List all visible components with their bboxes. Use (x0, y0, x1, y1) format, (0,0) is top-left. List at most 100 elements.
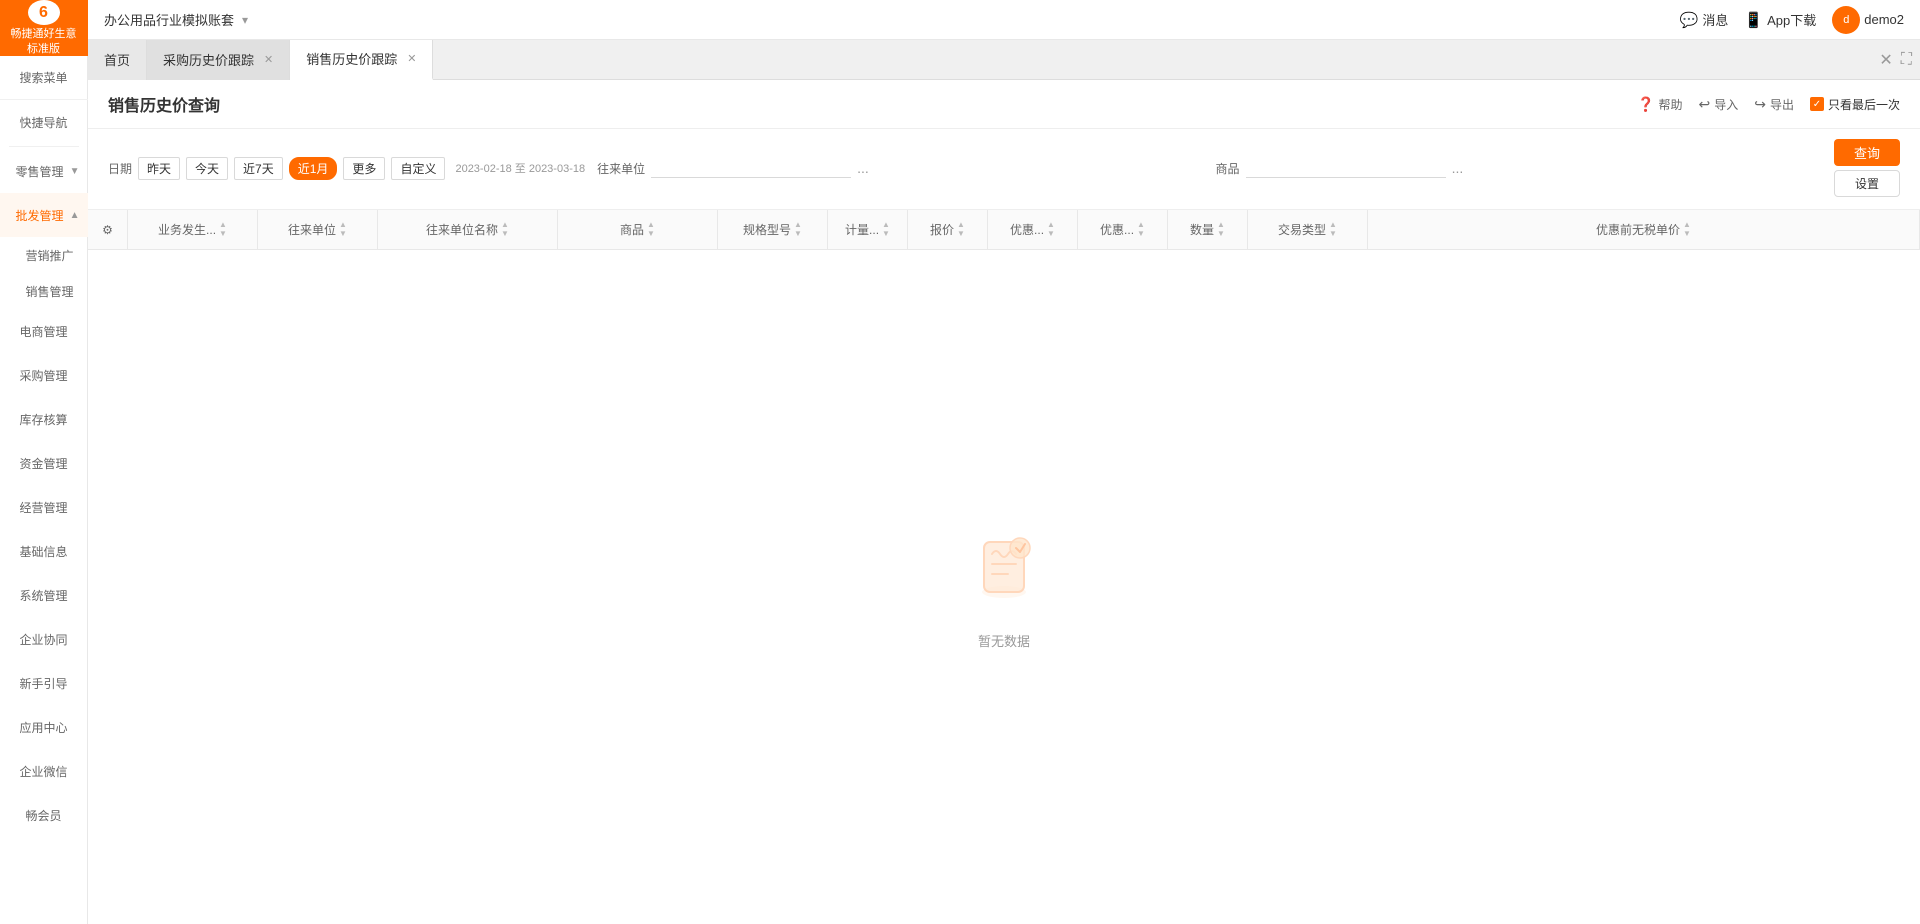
search-button[interactable]: 查询 (1834, 139, 1900, 166)
sidebar-item-inventory[interactable]: 库存核算 (0, 397, 88, 441)
sort-icons-unit: ▲▼ (882, 221, 890, 238)
sidebar-item-finance[interactable]: 资金管理 (0, 441, 88, 485)
wholesale-submenu: 营销推广 销售管理 (0, 237, 88, 309)
app-download-button[interactable]: 📱 App下载 (1744, 10, 1816, 29)
sidebar-item-marketing[interactable]: 营销推广 (0, 237, 88, 273)
sidebar-item-search[interactable]: 搜索菜单 (0, 56, 88, 100)
date-today-btn[interactable]: 今天 (186, 157, 228, 180)
th-discount1[interactable]: 优惠... ▲▼ (988, 210, 1078, 249)
filter-row: 日期 昨天 今天 近7天 近1月 更多 自定义 2023-02-18 至 202… (108, 139, 1900, 197)
maximize-button[interactable]: ⛶ (1901, 51, 1912, 69)
date-filter-label: 日期 (108, 160, 132, 177)
export-button[interactable]: ↪ 导出 (1754, 96, 1794, 113)
th-product[interactable]: 商品 ▲▼ (558, 210, 718, 249)
export-icon: ↪ (1754, 96, 1766, 113)
date-custom-btn[interactable]: 自定义 (391, 157, 445, 180)
user-profile-button[interactable]: d demo2 (1832, 6, 1904, 34)
sidebar-item-operations[interactable]: 经营管理 (0, 485, 88, 529)
help-button[interactable]: ❓ 帮助 (1637, 96, 1682, 113)
sidebar-item-apps[interactable]: 应用中心 (0, 705, 88, 749)
app-logo: 6 畅捷通好生意 标准版 (0, 0, 88, 56)
th-discount2[interactable]: 优惠... ▲▼ (1078, 210, 1168, 249)
sidebar-item-system[interactable]: 系统管理 (0, 573, 88, 617)
topbar-dropdown-icon[interactable]: ▾ (242, 13, 248, 27)
empty-icon (964, 524, 1044, 619)
avatar: d (1832, 6, 1860, 34)
app-name: 畅捷通好生意 (11, 27, 77, 41)
sort-icons-unit-code: ▲▼ (339, 221, 347, 238)
app-download-label: App下载 (1767, 10, 1816, 29)
only-last-label: 只看最后一次 (1828, 96, 1900, 113)
topbar-left: 办公用品行业模拟账套 ▾ (104, 10, 248, 29)
sort-icons-qty: ▲▼ (1217, 221, 1225, 238)
th-price[interactable]: 报价 ▲▼ (908, 210, 988, 249)
main-area: 办公用品行业模拟账套 ▾ 💬 消息 📱 App下载 d demo2 首页 (88, 0, 1920, 924)
th-spec[interactable]: 规格型号 ▲▼ (718, 210, 828, 249)
tabbar-actions: ✕ ⛶ (1879, 50, 1920, 70)
close-window-button[interactable]: ✕ (1879, 50, 1892, 70)
product-input[interactable] (1246, 159, 1446, 178)
help-label: 帮助 (1658, 96, 1682, 113)
th-unit[interactable]: 计量... ▲▼ (828, 210, 908, 249)
product-filter-group: 商品 ... (1216, 159, 1822, 178)
message-button[interactable]: 💬 消息 (1680, 10, 1729, 29)
page-header: 销售历史价查询 ❓ 帮助 ↩ 导入 ↪ 导出 只看最后一次 (88, 80, 1920, 129)
filter-action-buttons: 查询 设置 (1834, 139, 1900, 197)
th-qty[interactable]: 数量 ▲▼ (1168, 210, 1248, 249)
th-type[interactable]: 交易类型 ▲▼ (1248, 210, 1368, 249)
tab-purchase-close[interactable]: ✕ (264, 53, 273, 66)
sort-icons-spec: ▲▼ (794, 221, 802, 238)
th-unit-code[interactable]: 往来单位 ▲▼ (258, 210, 378, 249)
th-date[interactable]: 业务发生... ▲▼ (128, 210, 258, 249)
topbar: 办公用品行业模拟账套 ▾ 💬 消息 📱 App下载 d demo2 (88, 0, 1920, 40)
from-unit-dots-button[interactable]: ... (857, 160, 869, 176)
tab-purchase[interactable]: 采购历史价跟踪 ✕ (147, 40, 290, 80)
th-gear[interactable]: ⚙ (88, 210, 128, 249)
only-last-checkbox[interactable] (1810, 97, 1824, 111)
date-1month-btn[interactable]: 近1月 (289, 157, 338, 180)
sidebar-item-wholesale[interactable]: 批发管理 ▲ (0, 193, 88, 237)
empty-text: 暂无数据 (978, 631, 1030, 650)
message-label: 消息 (1702, 10, 1728, 29)
tab-home[interactable]: 首页 (88, 40, 147, 80)
sidebar-item-wechat[interactable]: 企业微信 (0, 749, 88, 793)
export-label: 导出 (1770, 96, 1794, 113)
sidebar-item-basic[interactable]: 基础信息 (0, 529, 88, 573)
tab-sales-close[interactable]: ✕ (407, 52, 416, 65)
th-no-tax[interactable]: 优惠前无税单价 ▲▼ (1368, 210, 1920, 249)
sidebar-item-quicknav[interactable]: 快捷导航 (0, 100, 88, 144)
import-label: 导入 (1714, 96, 1738, 113)
date-more-btn[interactable]: 更多 (343, 157, 385, 180)
tab-sales-label: 销售历史价跟踪 (306, 49, 397, 68)
sidebar-item-enterprise[interactable]: 企业协同 (0, 617, 88, 661)
empty-state: 暂无数据 (88, 250, 1920, 924)
date-yesterday-btn[interactable]: 昨天 (138, 157, 180, 180)
divider (9, 146, 79, 147)
sidebar: 6 畅捷通好生意 标准版 搜索菜单 快捷导航 零售管理 ▼ 批发管理 ▲ 营销推… (0, 0, 88, 924)
sidebar-item-retail[interactable]: 零售管理 ▼ (0, 149, 88, 193)
product-dots-button[interactable]: ... (1452, 160, 1464, 176)
user-name: demo2 (1864, 12, 1904, 27)
sidebar-item-sales-mgmt[interactable]: 销售管理 (0, 273, 88, 309)
sort-icons-no-tax: ▲▼ (1683, 221, 1691, 238)
search-label: 搜索菜单 (19, 69, 67, 86)
sidebar-item-guide[interactable]: 新手引导 (0, 661, 88, 705)
app-subtitle: 标准版 (27, 42, 60, 56)
page-title: 销售历史价查询 (108, 92, 220, 116)
sort-icons-discount2: ▲▼ (1137, 221, 1145, 238)
sidebar-item-purchase[interactable]: 采购管理 (0, 353, 88, 397)
chevron-down-icon: ▼ (70, 166, 80, 177)
from-unit-input[interactable] (651, 159, 851, 178)
import-button[interactable]: ↩ 导入 (1698, 96, 1738, 113)
gear-icon: ⚙ (102, 223, 113, 237)
setting-button[interactable]: 设置 (1834, 170, 1900, 197)
sort-icons-price: ▲▼ (957, 221, 965, 238)
sidebar-item-membership[interactable]: 畅会员 (0, 793, 88, 837)
table-header: ⚙ 业务发生... ▲▼ 往来单位 ▲▼ 往来单位名称 ▲▼ 商品 ▲▼ (88, 210, 1920, 250)
page-content: 销售历史价查询 ❓ 帮助 ↩ 导入 ↪ 导出 只看最后一次 (88, 80, 1920, 924)
date-7days-btn[interactable]: 近7天 (234, 157, 283, 180)
th-unit-name[interactable]: 往来单位名称 ▲▼ (378, 210, 558, 249)
sidebar-item-ecommerce[interactable]: 电商管理 (0, 309, 88, 353)
tab-purchase-label: 采购历史价跟踪 (163, 50, 254, 69)
tab-sales[interactable]: 销售历史价跟踪 ✕ (290, 40, 433, 80)
